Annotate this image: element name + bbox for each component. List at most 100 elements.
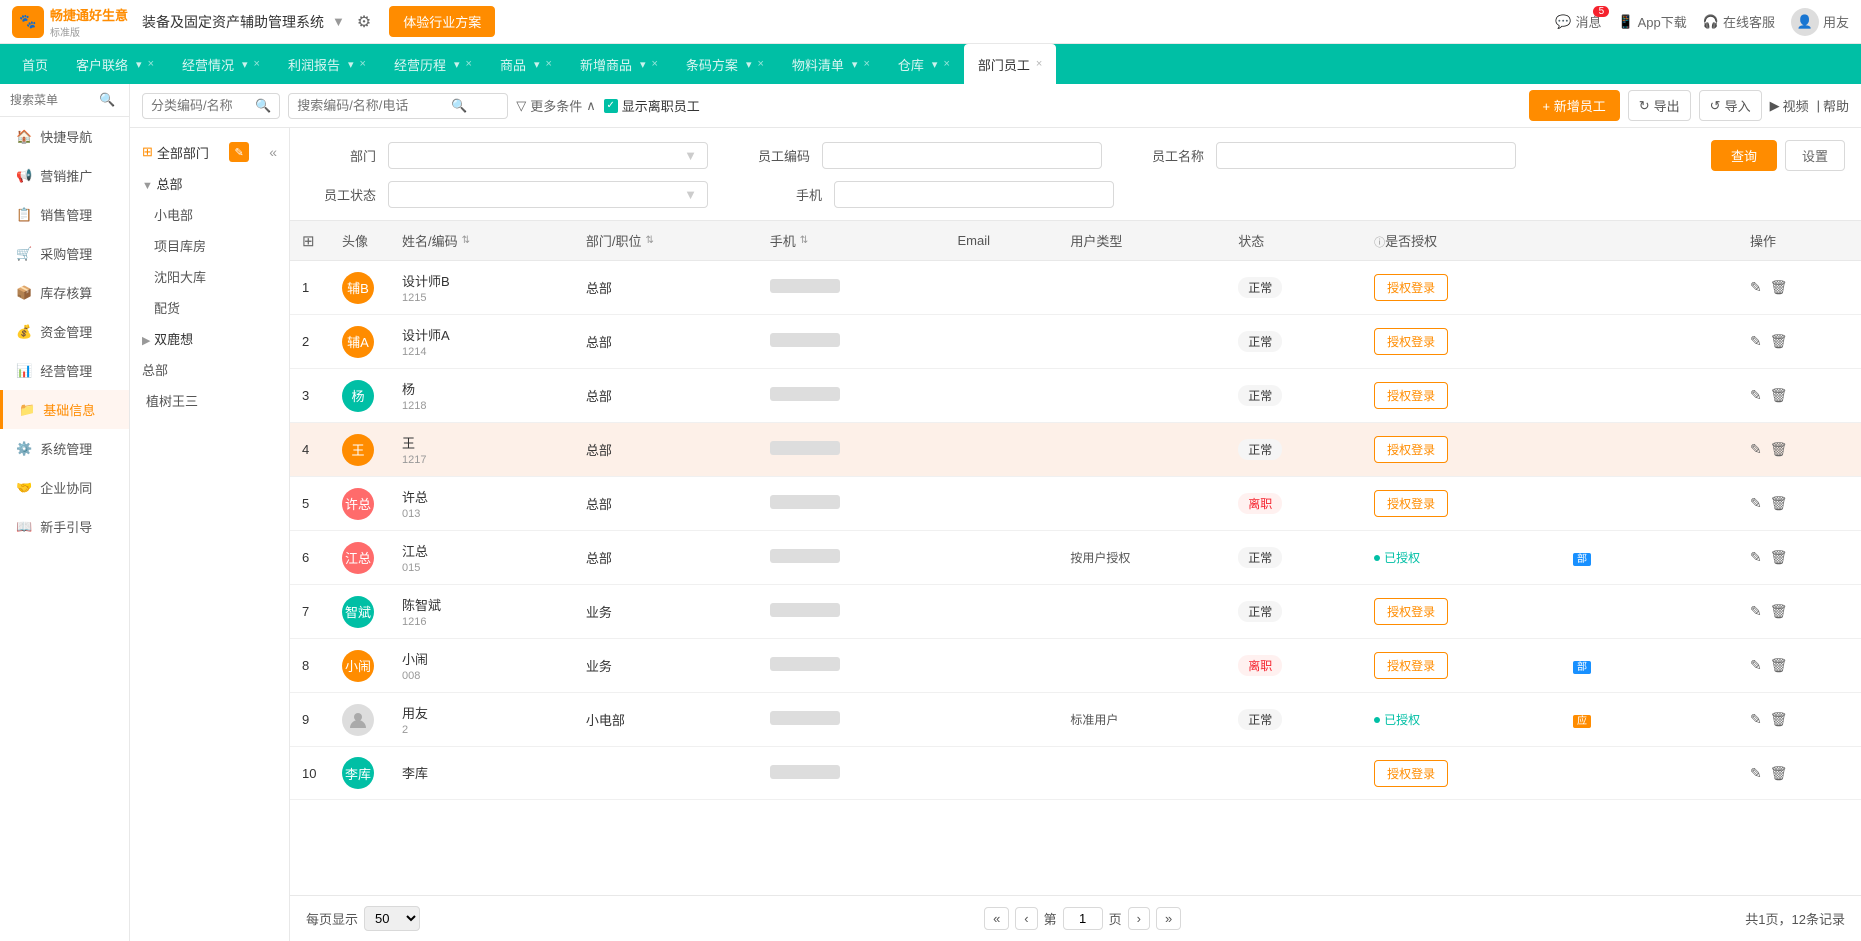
sidebar-item-management[interactable]: 📊经营管理 (0, 351, 129, 390)
main-search-input[interactable] (297, 98, 447, 113)
delete-button[interactable]: 🗑 (1770, 333, 1788, 350)
employee-auth[interactable]: 授权登录 (1362, 639, 1558, 693)
sidebar-item-system[interactable]: ⚙️系统管理 (0, 429, 129, 468)
delete-button[interactable]: 🗑 (1770, 549, 1788, 566)
tab-bom[interactable]: 物料清单 ▾× (778, 44, 884, 84)
th-name[interactable]: 姓名/编码 ⇅ (390, 221, 574, 261)
trial-button[interactable]: 体验行业方案 (389, 6, 495, 37)
page-number-input[interactable] (1063, 907, 1103, 930)
delete-button[interactable]: 🗑 (1770, 711, 1788, 728)
sidebar-item-guide[interactable]: 📖新手引导 (0, 507, 129, 546)
edit-button[interactable]: ✎ (1750, 387, 1762, 404)
employee-auth[interactable]: 授权登录 (1362, 261, 1558, 315)
first-page-button[interactable]: « (984, 907, 1009, 930)
app-download-button[interactable]: 📱 App下载 (1617, 12, 1686, 31)
dropdown-arrow-icon[interactable]: ▼ (332, 14, 345, 29)
show-resigned-checkbox[interactable]: ✓ 显示离职员工 (604, 96, 700, 115)
delete-button[interactable]: 🗑 (1770, 603, 1788, 620)
dept-item-peihuo[interactable]: 配货 (130, 292, 289, 323)
edit-button[interactable]: ✎ (1750, 603, 1762, 620)
edit-button[interactable]: ✎ (1750, 765, 1762, 782)
dept-collapse-button[interactable]: « (269, 144, 277, 160)
emp-name-input[interactable] (1216, 142, 1516, 169)
employee-auth[interactable]: 授权登录 (1362, 585, 1558, 639)
edit-button[interactable]: ✎ (1750, 549, 1762, 566)
tab-home[interactable]: 首页 (8, 44, 62, 84)
sidebar-item-shortcut[interactable]: 🏠快捷导航 (0, 117, 129, 156)
delete-button[interactable]: 🗑 (1770, 495, 1788, 512)
auth-login-button[interactable]: 授权登录 (1374, 382, 1448, 409)
import-button[interactable]: ↺ 导入 (1699, 90, 1762, 121)
employee-auth[interactable]: 授权登录 (1362, 423, 1558, 477)
tab-operation[interactable]: 经营情况 ▾× (168, 44, 274, 84)
edit-button[interactable]: ✎ (1750, 711, 1762, 728)
last-page-button[interactable]: » (1156, 907, 1181, 930)
next-page-button[interactable]: › (1128, 907, 1150, 930)
tab-warehouse[interactable]: 仓库 ▾× (884, 44, 964, 84)
query-button[interactable]: 查询 (1711, 140, 1777, 171)
employee-user-type (1058, 747, 1226, 800)
th-dept[interactable]: 部门/职位 ⇅ (574, 221, 758, 261)
page-size-dropdown[interactable]: 50 100 200 (364, 906, 420, 931)
column-settings-icon[interactable]: ⊞ (302, 233, 315, 250)
th-phone[interactable]: 手机 ⇅ (758, 221, 946, 261)
dept-item-shenyang[interactable]: 沈阳大库 (130, 261, 289, 292)
dept-item-project[interactable]: 项目库房 (130, 230, 289, 261)
edit-button[interactable]: ✎ (1750, 333, 1762, 350)
edit-button[interactable]: ✎ (1750, 279, 1762, 296)
delete-button[interactable]: 🗑 (1770, 387, 1788, 404)
auth-login-button[interactable]: 授权登录 (1374, 328, 1448, 355)
tab-history[interactable]: 经营历程 ▾× (380, 44, 486, 84)
category-search-input[interactable] (151, 98, 251, 113)
auth-login-button[interactable]: 授权登录 (1374, 652, 1448, 679)
tab-goods[interactable]: 商品 ▾× (486, 44, 566, 84)
emp-code-input[interactable] (822, 142, 1102, 169)
employee-auth[interactable]: 授权登录 (1362, 315, 1558, 369)
more-filter-button[interactable]: ▽ 更多条件 ∧ (516, 96, 596, 115)
sidebar-item-collab[interactable]: 🤝企业协同 (0, 468, 129, 507)
tab-barcode[interactable]: 条码方案 ▾× (672, 44, 778, 84)
sidebar-item-inventory[interactable]: 📦库存核算 (0, 273, 129, 312)
auth-login-button[interactable]: 授权登录 (1374, 274, 1448, 301)
tab-customer[interactable]: 客户联络 ▾× (62, 44, 168, 84)
tab-employees[interactable]: 部门员工 × (964, 44, 1056, 84)
export-button[interactable]: ↻ 导出 (1628, 90, 1691, 121)
sidebar-search-input[interactable] (10, 93, 95, 107)
tab-profit[interactable]: 利润报告 ▾× (274, 44, 380, 84)
auth-login-button[interactable]: 授权登录 (1374, 598, 1448, 625)
employee-auth[interactable]: 授权登录 (1362, 369, 1558, 423)
employee-auth[interactable]: 授权登录 (1362, 747, 1558, 800)
sidebar-item-purchase[interactable]: 🛒采购管理 (0, 234, 129, 273)
tab-add-goods[interactable]: 新增商品 ▾× (566, 44, 672, 84)
auth-login-button[interactable]: 授权登录 (1374, 760, 1448, 787)
sidebar-item-sales[interactable]: 📋销售管理 (0, 195, 129, 234)
phone-input[interactable] (834, 181, 1114, 208)
emp-status-select[interactable]: ▼ (388, 181, 708, 208)
edit-button[interactable]: ✎ (1750, 657, 1762, 674)
auth-login-button[interactable]: 授权登录 (1374, 490, 1448, 517)
settings-icon[interactable]: ⚙ (357, 12, 371, 32)
dept-edit-icon[interactable]: ✎ (229, 142, 249, 162)
prev-page-button[interactable]: ‹ (1015, 907, 1037, 930)
set-button[interactable]: 设置 (1785, 140, 1845, 171)
sidebar-item-basic[interactable]: 📁基础信息 (0, 390, 129, 429)
employee-auth[interactable]: 授权登录 (1362, 477, 1558, 531)
user-menu[interactable]: 👤 用友 (1791, 8, 1849, 36)
help-button[interactable]: | 帮助 (1817, 90, 1849, 121)
auth-login-button[interactable]: 授权登录 (1374, 436, 1448, 463)
delete-button[interactable]: 🗑 (1770, 441, 1788, 458)
sidebar-item-marketing[interactable]: 📢营销推广 (0, 156, 129, 195)
video-button[interactable]: ▶ 视频 (1770, 90, 1809, 121)
dept-select[interactable]: ▼ (388, 142, 708, 169)
delete-button[interactable]: 🗑 (1770, 279, 1788, 296)
online-support-button[interactable]: 🎧 在线客服 (1703, 12, 1775, 31)
edit-button[interactable]: ✎ (1750, 495, 1762, 512)
dept-item-xiaodian[interactable]: 小电部 (130, 199, 289, 230)
add-employee-button[interactable]: + 新增员工 (1529, 90, 1620, 121)
dept-item-zhishu[interactable]: 植树王三 (130, 385, 289, 416)
sidebar-item-finance[interactable]: 💰资金管理 (0, 312, 129, 351)
edit-button[interactable]: ✎ (1750, 441, 1762, 458)
delete-button[interactable]: 🗑 (1770, 657, 1788, 674)
message-button[interactable]: 💬 消息 5 (1555, 12, 1601, 31)
delete-button[interactable]: 🗑 (1770, 765, 1788, 782)
